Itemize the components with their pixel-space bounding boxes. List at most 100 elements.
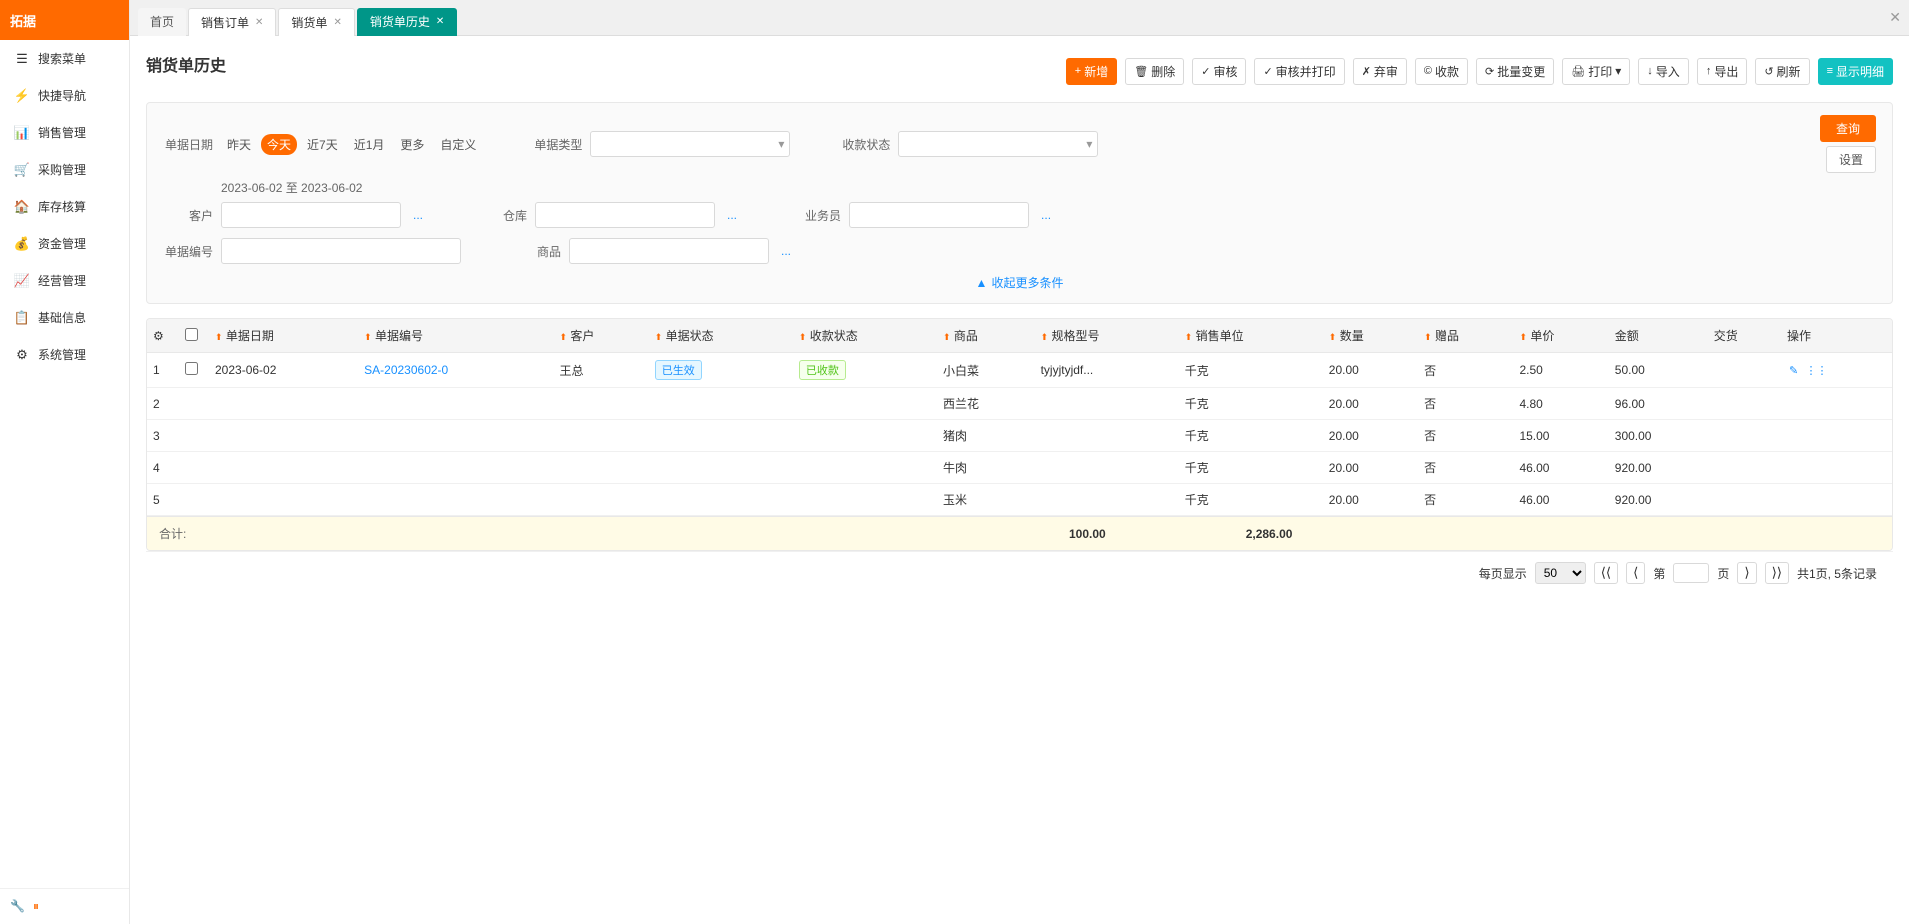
refresh-button[interactable]: ↺ 刷新 (1755, 58, 1809, 85)
row1-unit: 千克 (1179, 353, 1323, 388)
show-detail-button[interactable]: ≡ 显示明细 (1818, 58, 1893, 85)
row3-price: 15.00 (1513, 420, 1608, 452)
audit-print-button[interactable]: ✓ 审核并打印 (1254, 58, 1344, 85)
delete-button[interactable]: 🗑 删除 (1125, 58, 1184, 85)
refresh-icon: ↺ (1764, 65, 1773, 78)
collect-button[interactable]: © 收款 (1415, 58, 1468, 85)
sidebar-item-finance-mgmt[interactable]: 💰 资金管理 (0, 225, 129, 262)
next-page-btn[interactable]: ⟩ (1737, 562, 1756, 584)
goods-input[interactable] (569, 238, 769, 264)
salesperson-ellipsis[interactable]: ... (1037, 208, 1055, 222)
inventory-icon: 🏠 (14, 199, 30, 215)
row1-payment-status: 已收款 (793, 353, 937, 388)
settings-col-icon[interactable]: ⚙ (153, 329, 164, 343)
sidebar-item-sales-mgmt[interactable]: 📊 销售管理 (0, 114, 129, 151)
sidebar-item-label: 快捷导航 (38, 87, 86, 104)
sidebar-item-search-menu[interactable]: ☰ 搜索菜单 (0, 40, 129, 77)
import-button[interactable]: ↓ 导入 (1638, 58, 1689, 85)
current-page-input[interactable]: 1 (1673, 563, 1709, 583)
sidebar-item-purchase-mgmt[interactable]: 🛒 采购管理 (0, 151, 129, 188)
export-icon: ↑ (1706, 65, 1712, 77)
date-tag-custom[interactable]: 自定义 (434, 134, 482, 155)
customer-input[interactable] (221, 202, 401, 228)
row1-more-btn[interactable]: ⋮⋮ (1804, 365, 1830, 377)
date-tag-today[interactable]: 今天 (261, 134, 297, 155)
table-row: 1 2023-06-02 SA-20230602-0 王总 已生效 已收款 小白… (147, 353, 1892, 388)
col-doc-status-label: 单据状态 (666, 329, 714, 343)
query-button[interactable]: 查询 (1820, 115, 1876, 142)
sidebar-item-operation-mgmt[interactable]: 📈 经营管理 (0, 262, 129, 299)
sort-docstatus-icon: ⬆ (655, 332, 663, 342)
row3-seq: 3 (147, 420, 179, 452)
close-all-tabs[interactable]: ✕ (1889, 9, 1901, 26)
date-tag-yesterday[interactable]: 昨天 (221, 134, 257, 155)
footer-total-qty: 100.00 (1069, 527, 1106, 541)
tab-sales-history[interactable]: 销货单历史 ✕ (357, 8, 457, 36)
print-dropdown-icon: ▾ (1615, 64, 1621, 78)
sidebar-item-quick-nav[interactable]: ⚡ 快捷导航 (0, 77, 129, 114)
tab-sales-order-close[interactable]: ✕ (255, 17, 263, 28)
date-tag-1month[interactable]: 近1月 (348, 134, 391, 155)
sidebar-bottom-icon1[interactable]: 🔧 (10, 899, 25, 914)
payment-status-select[interactable] (898, 131, 1098, 157)
sidebar-item-label: 经营管理 (38, 272, 86, 289)
row1-number-link[interactable]: SA-20230602-0 (364, 363, 448, 377)
prev-page-btn[interactable]: ⟨ (1626, 562, 1645, 584)
table-row: 2 西兰花 千克 20.00 否 4.80 96.00 (147, 388, 1892, 420)
tab-sales-history-close[interactable]: ✕ (436, 16, 444, 27)
customer-ellipsis[interactable]: ... (409, 208, 427, 222)
date-tag-7days[interactable]: 近7天 (301, 134, 344, 155)
audit-button[interactable]: ✓ 审核 (1192, 58, 1246, 85)
table-row: 5 玉米 千克 20.00 否 46.00 920.00 (147, 484, 1892, 516)
row2-date (209, 388, 358, 420)
new-button[interactable]: + 新增 (1066, 58, 1117, 85)
warehouse-ellipsis[interactable]: ... (723, 208, 741, 222)
sidebar-item-system-mgmt[interactable]: ⚙ 系统管理 (0, 336, 129, 373)
col-price: ⬆ 单价 (1513, 319, 1608, 353)
date-tag-more[interactable]: 更多 (394, 134, 430, 155)
row5-amount: 920.00 (1609, 484, 1708, 516)
row4-date (209, 452, 358, 484)
export-button[interactable]: ↑ 导出 (1697, 58, 1748, 85)
batch-change-button[interactable]: ⟳ 批量变更 (1476, 58, 1554, 85)
tab-sales-goods-close[interactable]: ✕ (333, 17, 341, 28)
doc-type-select[interactable] (590, 131, 790, 157)
first-page-btn[interactable]: ⟨⟨ (1594, 562, 1618, 584)
row1-select[interactable] (185, 362, 198, 375)
col-qty-label: 数量 (1340, 329, 1364, 343)
filter-doc-type: 单据类型 (532, 131, 790, 157)
row4-price: 46.00 (1513, 452, 1608, 484)
sidebar-bottom: 🔧 ⏸ (0, 888, 129, 924)
col-unit: ⬆ 销售单位 (1179, 319, 1323, 353)
tab-home[interactable]: 首页 (138, 8, 186, 36)
new-icon: + (1075, 65, 1081, 77)
page-size-select[interactable]: 50 100 (1535, 562, 1586, 584)
sidebar-bottom-icon2[interactable]: ⏸ (33, 899, 39, 914)
row3-amount: 300.00 (1609, 420, 1708, 452)
table-row: 3 猪肉 千克 20.00 否 15.00 300.00 (147, 420, 1892, 452)
sidebar-item-inventory-calc[interactable]: 🏠 库存核算 (0, 188, 129, 225)
last-page-btn[interactable]: ⟩⟩ (1765, 562, 1789, 584)
select-all-checkbox[interactable] (185, 328, 198, 341)
set-button[interactable]: 设置 (1826, 146, 1876, 173)
goods-ellipsis[interactable]: ... (777, 244, 795, 258)
print-button[interactable]: 🖨 打印 ▾ (1562, 58, 1630, 85)
sidebar-item-basic-info[interactable]: 📋 基础信息 (0, 299, 129, 336)
row1-gift: 否 (1418, 353, 1513, 388)
row5-action (1781, 484, 1892, 516)
sidebar-item-label: 资金管理 (38, 235, 86, 252)
print-icon: 🖨 (1571, 65, 1585, 78)
warehouse-input[interactable] (535, 202, 715, 228)
salesperson-input[interactable] (849, 202, 1029, 228)
page-label2: 页 (1717, 565, 1729, 582)
tab-sales-order[interactable]: 销售订单 ✕ (188, 8, 276, 36)
tab-sales-goods[interactable]: 销货单 ✕ (278, 8, 354, 36)
doc-number-input[interactable] (221, 238, 461, 264)
delete-icon: 🗑 (1134, 65, 1148, 78)
collapse-btn[interactable]: ▲ 收起更多条件 (163, 274, 1876, 291)
row4-customer (553, 452, 648, 484)
sort-gift-icon: ⬆ (1424, 332, 1432, 342)
abandon-button[interactable]: ✗ 弃审 (1353, 58, 1407, 85)
row1-edit-btn[interactable]: ✎ (1787, 365, 1800, 377)
row4-checkbox (179, 452, 209, 484)
